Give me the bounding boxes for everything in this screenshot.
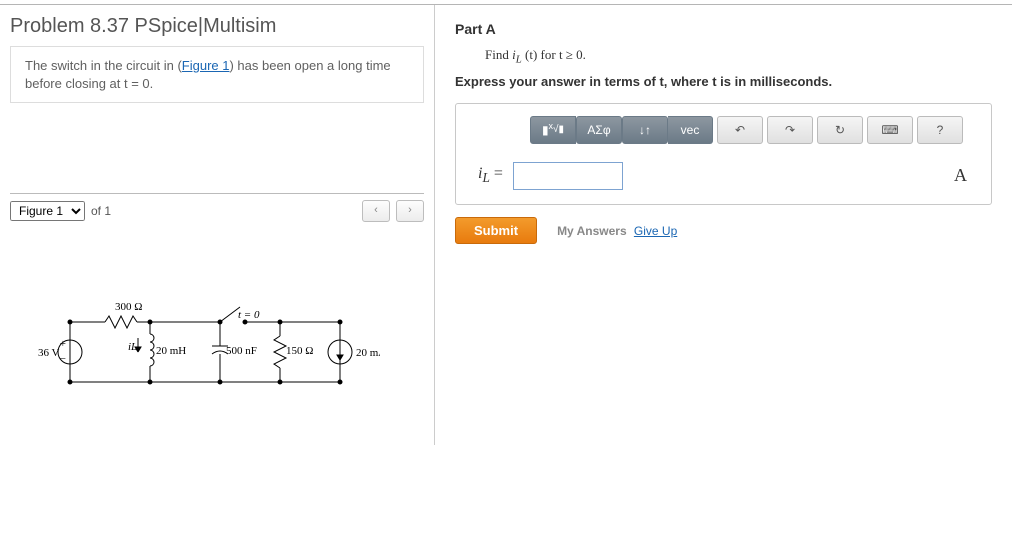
svg-text:−: − — [60, 353, 66, 365]
figure-link[interactable]: Figure 1 — [182, 58, 230, 73]
equation-toolbar: ▮x√▮ ΑΣφ ↓↑ vec ↶ ↷ ↻ ⌨ ? — [530, 116, 977, 144]
subsup-button[interactable]: ↓↑ — [622, 116, 668, 144]
my-answers-label: My Answers — [557, 224, 627, 238]
answer-panel: ▮x√▮ ΑΣφ ↓↑ vec ↶ ↷ ↻ ⌨ ? iL = A — [455, 103, 992, 205]
svg-text:150 Ω: 150 Ω — [286, 345, 313, 357]
svg-text:300 Ω: 300 Ω — [115, 301, 142, 313]
circuit-figure: + − 36 V 300 Ω iL 20 mH t = 0 500 nF 150… — [10, 232, 424, 435]
part-label: Part A — [455, 21, 992, 37]
svg-text:20 mA: 20 mA — [356, 347, 380, 359]
figure-toolbar: Figure 1 of 1 ‹ › — [10, 193, 424, 222]
redo-button[interactable]: ↷ — [767, 116, 813, 144]
express-prompt: Express your answer in terms of t, where… — [455, 74, 992, 89]
svg-text:20 mH: 20 mH — [156, 345, 186, 357]
figure-prev-button[interactable]: ‹ — [362, 200, 390, 222]
answer-input[interactable] — [513, 162, 623, 190]
undo-button[interactable]: ↶ — [717, 116, 763, 144]
problem-title: Problem 8.37 PSpice|Multisim — [10, 15, 424, 38]
find-prompt: Find iL (t) for t ≥ 0. — [485, 47, 992, 66]
svg-text:iL: iL — [128, 341, 137, 353]
templates-button[interactable]: ▮x√▮ — [530, 116, 576, 144]
reset-button[interactable]: ↻ — [817, 116, 863, 144]
greek-button[interactable]: ΑΣφ — [576, 116, 622, 144]
answer-unit: A — [954, 165, 967, 186]
keyboard-button[interactable]: ⌨ — [867, 116, 913, 144]
figure-select[interactable]: Figure 1 — [10, 201, 85, 221]
give-up-link[interactable]: Give Up — [634, 224, 677, 238]
figure-count: of 1 — [91, 204, 111, 218]
svg-text:36 V: 36 V — [38, 347, 60, 359]
figure-next-button[interactable]: › — [396, 200, 424, 222]
help-button[interactable]: ? — [917, 116, 963, 144]
vec-button[interactable]: vec — [668, 116, 713, 144]
submit-button[interactable]: Submit — [455, 217, 537, 244]
answer-label: iL = — [478, 165, 503, 186]
svg-text:+: + — [60, 338, 66, 350]
problem-description: The switch in the circuit in (Figure 1) … — [10, 46, 424, 103]
svg-text:500 nF: 500 nF — [226, 345, 257, 357]
svg-text:t = 0: t = 0 — [238, 309, 260, 321]
